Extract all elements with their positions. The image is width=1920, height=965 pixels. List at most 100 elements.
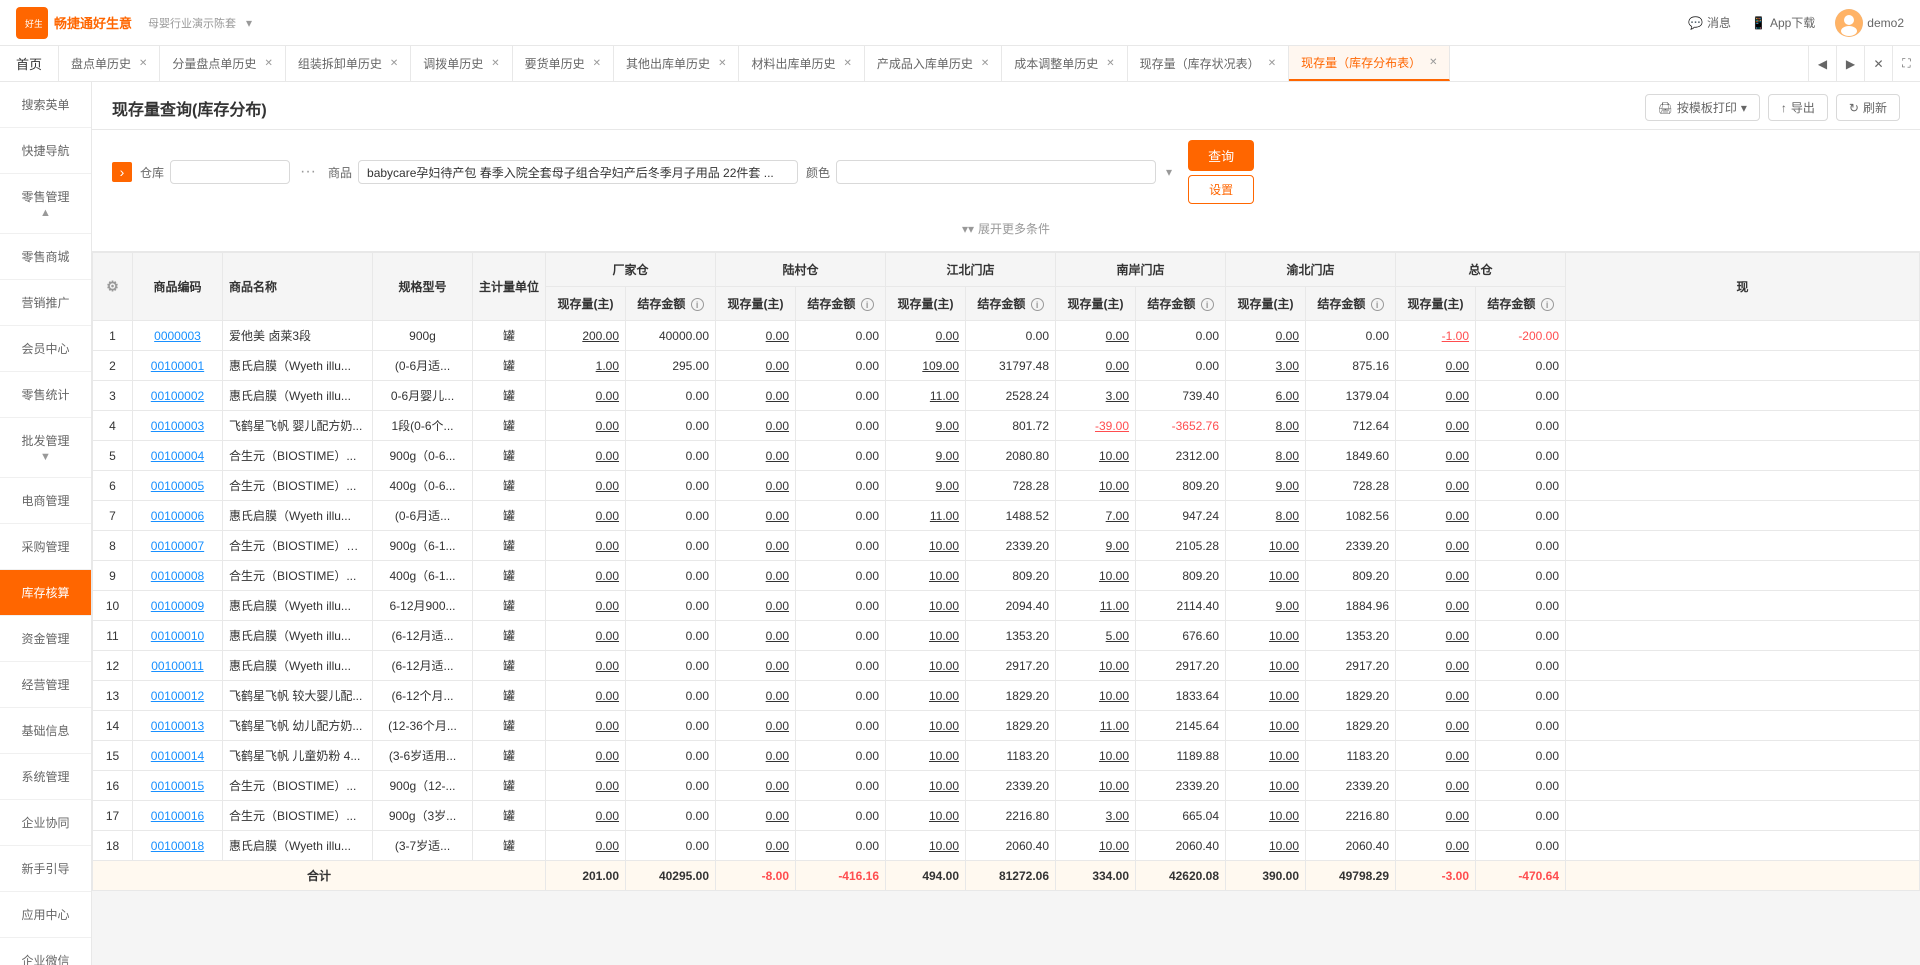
tab-close-9[interactable]: ✕ [1106,58,1114,69]
info-icon-3[interactable]: i [1031,298,1044,311]
sidebar-item-finance[interactable]: 资金管理 [0,616,91,662]
sidebar-item-retail-mall[interactable]: 零售商城 [0,234,91,280]
cell-code[interactable]: 00100008 [133,561,223,591]
tab-pandian[interactable]: 盘点单历史 ✕ [59,46,160,81]
refresh-btn[interactable]: ↻ 刷新 [1836,94,1900,121]
cell-name: 惠氏启膜（Wyeth illu... [223,621,373,651]
cell-unit: 罐 [473,591,546,621]
cell-name: 合生元（BIOSTIME）... [223,771,373,801]
tab-next[interactable]: ▶ [1836,46,1864,82]
dropdown-icon[interactable]: ▾ [246,16,252,30]
cell-code[interactable]: 00100002 [133,381,223,411]
color-dropdown-icon[interactable]: ▾ [1166,165,1172,179]
sidebar-item-appstore[interactable]: 应用中心 [0,892,91,938]
cell-code[interactable]: 00100016 [133,801,223,831]
tab-kucunzhuangkuang[interactable]: 现存量（库存状况表） ✕ [1128,46,1289,81]
sidebar-item-inventory[interactable]: 库存核算 [0,570,91,616]
cell-code[interactable]: 00100003 [133,411,223,441]
cell-amt: 0.00 [626,831,716,861]
sidebar-item-guide[interactable]: 新手引导 [0,846,91,892]
print-btn[interactable]: 🖨 按模板打印 ▾ [1645,94,1760,121]
tab-cailiao[interactable]: 材料出库单历史 ✕ [739,46,864,81]
info-icon-4[interactable]: i [1201,298,1214,311]
cell-amt: 875.16 [1306,351,1396,381]
app-download-btn[interactable]: 📱 App下载 [1751,14,1815,31]
settings-icon[interactable]: ⚙ [106,278,119,294]
tab-chengpin[interactable]: 产成品入库单历史 ✕ [865,46,1002,81]
info-icon-6[interactable]: i [1541,298,1554,311]
sidebar-item-marketing[interactable]: 营销推广 [0,280,91,326]
user-menu[interactable]: demo2 [1835,9,1904,37]
search-btn[interactable]: 查询 [1188,140,1254,171]
cell-code[interactable]: 00100007 [133,531,223,561]
sidebar-item-operations[interactable]: 经营管理 [0,662,91,708]
tab-close-8[interactable]: ✕ [981,58,989,69]
sidebar-item-retail-stats[interactable]: 零售统计 [0,372,91,418]
sidebar-item-quick-nav[interactable]: 快捷导航 [0,128,91,174]
sidebar-item-member[interactable]: 会员中心 [0,326,91,372]
tab-prev[interactable]: ◀ [1808,46,1836,82]
cell-code[interactable]: 00100014 [133,741,223,771]
tab-close-3[interactable]: ✕ [390,58,398,69]
cell-code[interactable]: 00100011 [133,651,223,681]
tab-fenpandian[interactable]: 分量盘点单历史 ✕ [160,46,285,81]
cell-code[interactable]: 00100001 [133,351,223,381]
cell-qty: 9.00 [886,411,966,441]
cell-code[interactable]: 00100012 [133,681,223,711]
th-total-amt: 结存金额 i [1476,287,1566,321]
cell-code[interactable]: 00100013 [133,711,223,741]
cell-code[interactable]: 00100015 [133,771,223,801]
cell-code[interactable]: 00100018 [133,831,223,861]
tab-close-4[interactable]: ✕ [491,58,499,69]
info-icon-5[interactable]: i [1371,298,1384,311]
tab-qtchuku[interactable]: 其他出库单历史 ✕ [614,46,739,81]
cell-amt: 0.00 [1476,381,1566,411]
summary-qty: -3.00 [1396,861,1476,891]
cell-code[interactable]: 00100010 [133,621,223,651]
info-icon-1[interactable]: i [691,298,704,311]
tab-expand[interactable]: ⛶ [1892,46,1920,82]
th-yubei: 渝北门店 [1226,253,1396,287]
cell-code[interactable]: 00100004 [133,441,223,471]
sidebar-item-purchase[interactable]: 采购管理 [0,524,91,570]
cell-code[interactable]: 00100006 [133,501,223,531]
sidebar-item-ecommerce[interactable]: 电商管理 [0,478,91,524]
sidebar-item-wechat[interactable]: 企业微信 [0,938,91,965]
sidebar-item-collab[interactable]: 企业协同 [0,800,91,846]
tab-zuzhang[interactable]: 组装拆卸单历史 ✕ [286,46,411,81]
goods-input[interactable] [358,160,798,184]
tab-close-2[interactable]: ✕ [264,58,272,69]
cell-code[interactable]: 00100009 [133,591,223,621]
tab-yaohuo[interactable]: 要货单历史 ✕ [513,46,614,81]
sidebar-item-system[interactable]: 系统管理 [0,754,91,800]
color-input[interactable] [836,160,1156,184]
sidebar-item-retail-mgmt[interactable]: 零售管理 ▲ [0,174,91,234]
cell-amt: 0.00 [1476,471,1566,501]
cell-code[interactable]: 0000003 [133,321,223,351]
tab-close-7[interactable]: ✕ [843,58,851,69]
tab-close-all[interactable]: ✕ [1864,46,1892,82]
more-conditions[interactable]: ▾▾ 展开更多条件 [112,216,1900,241]
sidebar-item-wholesale[interactable]: 批发管理 ▼ [0,418,91,478]
expand-btn[interactable]: › [112,162,132,182]
tab-close-11[interactable]: ✕ [1429,57,1437,68]
setting-btn[interactable]: 设置 [1188,175,1254,204]
tab-home[interactable]: 首页 [0,46,59,81]
tab-kucunfenbu[interactable]: 现存量（库存分布表） ✕ [1289,46,1450,81]
tab-close-1[interactable]: ✕ [139,58,147,69]
tab-close-10[interactable]: ✕ [1268,58,1276,69]
tab-close-6[interactable]: ✕ [718,58,726,69]
tab-chengbentiaoz[interactable]: 成本调整单历史 ✕ [1002,46,1127,81]
sidebar-item-search[interactable]: 搜索英单 [0,82,91,128]
warehouse-dots[interactable]: ··· [300,163,316,181]
warehouse-input[interactable] [170,160,290,184]
cell-qty: 0.00 [716,471,796,501]
cell-qty: 9.00 [886,471,966,501]
cell-code[interactable]: 00100005 [133,471,223,501]
message-btn[interactable]: 💬 消息 [1688,14,1731,31]
export-btn[interactable]: ↑ 导出 [1768,94,1828,121]
sidebar-item-basic-info[interactable]: 基础信息 [0,708,91,754]
info-icon-2[interactable]: i [861,298,874,311]
tab-diaob[interactable]: 调拨单历史 ✕ [411,46,512,81]
tab-close-5[interactable]: ✕ [593,58,601,69]
